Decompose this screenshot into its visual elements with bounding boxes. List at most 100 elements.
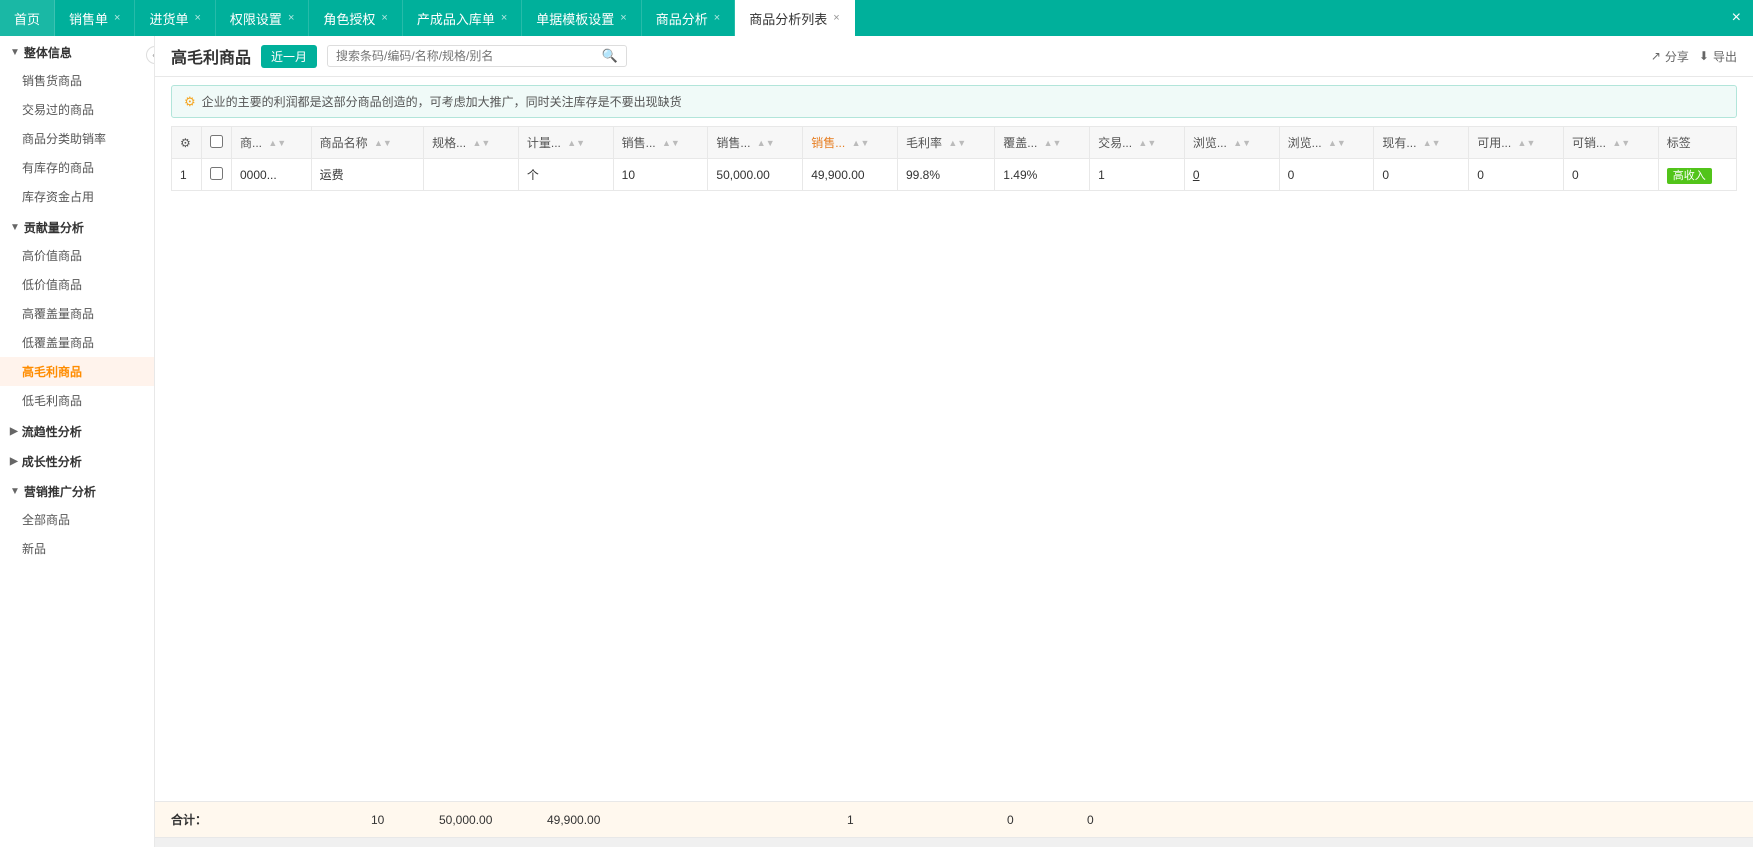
nav-home[interactable]: 首页 (0, 0, 55, 36)
chevron-down-icon: ▼ (10, 486, 20, 497)
sidebar-item-low-value[interactable]: 低价值商品 (0, 270, 154, 299)
col-gross-rate[interactable]: 毛利率 ▲▼ (897, 127, 994, 159)
cell-sales-cost: 49,900.00 (803, 159, 898, 191)
col-available[interactable]: 可用... ▲▼ (1469, 127, 1564, 159)
total-trade: 1 (847, 813, 927, 827)
nav-product-inbound[interactable]: 产成品入库单 × (403, 0, 522, 36)
nav-sales-order[interactable]: 销售单 × (55, 0, 135, 36)
sidebar-group-marketing[interactable]: ▼ 营销推广分析 (0, 475, 154, 505)
col-sales-cost[interactable]: 销售... ▲▼ (803, 127, 898, 159)
close-icon[interactable]: × (620, 12, 626, 24)
col-checkbox[interactable] (202, 127, 232, 159)
sidebar-item-high-margin[interactable]: 高毛利商品 (0, 357, 154, 386)
sidebar-item-traded-goods[interactable]: 交易过的商品 (0, 95, 154, 124)
col-current[interactable]: 现有... ▲▼ (1374, 127, 1469, 159)
col-trade[interactable]: 交易... ▲▼ (1090, 127, 1185, 159)
sidebar-group-growth[interactable]: ▶ 成长性分析 (0, 445, 154, 475)
close-icon[interactable]: × (381, 12, 387, 24)
total-spacer (647, 813, 847, 827)
cell-trade: 1 (1090, 159, 1185, 191)
sidebar-item-category-assist[interactable]: 商品分类助销率 (0, 124, 154, 153)
close-icon[interactable]: × (194, 12, 200, 24)
close-icon[interactable]: × (833, 12, 839, 24)
col-code[interactable]: 商... ▲▼ (232, 127, 312, 159)
row-checkbox[interactable] (210, 167, 223, 180)
sort-icon[interactable]: ▲▼ (1138, 139, 1156, 148)
close-icon[interactable]: × (501, 12, 507, 24)
table-container[interactable]: ⚙ 商... ▲▼ 商品名称 ▲▼ 规格... ▲▼ (155, 126, 1753, 801)
search-box: 🔍 (327, 45, 627, 67)
sort-icon[interactable]: ▲▼ (757, 139, 775, 148)
sidebar-group-flow[interactable]: ▶ 流趋性分析 (0, 415, 154, 445)
cell-current: 0 (1374, 159, 1469, 191)
content-area: 高毛利商品 近一月 🔍 ↗ 分享 ⬇ 导出 ⚙ 企业的主要的利润都是这部分商品创… (155, 36, 1753, 847)
col-name[interactable]: 商品名称 ▲▼ (311, 127, 423, 159)
horizontal-scrollbar[interactable] (155, 837, 1753, 847)
nav-product-analysis-list[interactable]: 商品分析列表 × (735, 0, 854, 36)
nav-role-auth[interactable]: 角色授权 × (309, 0, 402, 36)
sort-icon[interactable]: ▲▼ (472, 139, 490, 148)
content-header: 高毛利商品 近一月 🔍 ↗ 分享 ⬇ 导出 (155, 36, 1753, 77)
col-unit[interactable]: 计量... ▲▼ (518, 127, 613, 159)
sidebar-group-contribution[interactable]: ▼ 贡献量分析 (0, 211, 154, 241)
main-layout: « ▼ 整体信息 销售货商品 交易过的商品 商品分类助销率 有库存的商品 库存资… (0, 36, 1753, 847)
col-browse1[interactable]: 浏览... ▲▼ (1184, 127, 1279, 159)
cell-name: 运费 (311, 159, 423, 191)
sort-icon[interactable]: ▲▼ (1612, 139, 1630, 148)
hint-bar: ⚙ 企业的主要的利润都是这部分商品创造的，可考虑加大推广，同时关注库存是不要出现… (171, 85, 1737, 118)
period-button[interactable]: 近一月 (261, 45, 317, 68)
header-actions: ↗ 分享 ⬇ 导出 (1651, 48, 1737, 65)
sidebar-item-sales-goods[interactable]: 销售货商品 (0, 66, 154, 95)
col-sales-qty[interactable]: 销售... ▲▼ (613, 127, 708, 159)
sort-icon[interactable]: ▲▼ (1518, 139, 1536, 148)
sidebar-item-low-margin[interactable]: 低毛利商品 (0, 386, 154, 415)
sort-icon[interactable]: ▲▼ (1328, 139, 1346, 148)
col-browse2[interactable]: 浏览... ▲▼ (1279, 127, 1374, 159)
total-sales-qty (251, 813, 371, 827)
sidebar-item-stock-capital[interactable]: 库存资金占用 (0, 182, 154, 211)
nav-product-analysis[interactable]: 商品分析 × (642, 0, 735, 36)
total-sellable: 0 (1087, 813, 1167, 827)
sidebar-item-all-goods[interactable]: 全部商品 (0, 505, 154, 534)
sort-icon[interactable]: ▲▼ (1423, 139, 1441, 148)
share-button[interactable]: ↗ 分享 (1651, 48, 1689, 65)
sort-icon[interactable]: ▲▼ (268, 139, 286, 148)
cell-checkbox[interactable] (202, 159, 232, 191)
sidebar-item-in-stock-goods[interactable]: 有库存的商品 (0, 153, 154, 182)
cell-browse1[interactable]: 0 (1184, 159, 1279, 191)
close-icon[interactable]: × (714, 12, 720, 24)
sidebar-item-high-coverage[interactable]: 高覆盖量商品 (0, 299, 154, 328)
chevron-down-icon: ▼ (10, 222, 20, 233)
sort-icon[interactable]: ▲▼ (374, 139, 392, 148)
sort-icon[interactable]: ▲▼ (852, 139, 870, 148)
cell-spec (424, 159, 519, 191)
nav-purchase-order[interactable]: 进货单 × (135, 0, 215, 36)
col-sales-amount[interactable]: 销售... ▲▼ (708, 127, 803, 159)
close-icon[interactable]: × (114, 12, 120, 24)
sidebar-item-low-coverage[interactable]: 低覆盖量商品 (0, 328, 154, 357)
close-icon[interactable]: × (288, 12, 294, 24)
nav-template-settings[interactable]: 单据模板设置 × (522, 0, 641, 36)
sort-icon[interactable]: ▲▼ (1233, 139, 1251, 148)
sidebar-item-new-goods[interactable]: 新品 (0, 534, 154, 563)
col-coverage[interactable]: 覆盖... ▲▼ (995, 127, 1090, 159)
export-button[interactable]: ⬇ 导出 (1699, 48, 1737, 65)
cell-available: 0 (1469, 159, 1564, 191)
select-all-checkbox[interactable] (210, 135, 223, 148)
sort-icon[interactable]: ▲▼ (948, 139, 966, 148)
search-icon[interactable]: 🔍 (602, 48, 618, 64)
close-all-button[interactable]: × (1720, 0, 1753, 36)
sidebar-item-high-value[interactable]: 高价值商品 (0, 241, 154, 270)
sort-icon[interactable]: ▲▼ (662, 139, 680, 148)
col-tag[interactable]: 标签 (1658, 127, 1736, 159)
nav-permission-settings[interactable]: 权限设置 × (216, 0, 309, 36)
col-settings[interactable]: ⚙ (172, 127, 202, 159)
sidebar-group-overall[interactable]: ▼ 整体信息 (0, 36, 154, 66)
total-cells: 10 50,000.00 49,900.00 1 0 0 (251, 813, 1167, 827)
sort-icon[interactable]: ▲▼ (567, 139, 585, 148)
col-sellable[interactable]: 可销... ▲▼ (1563, 127, 1658, 159)
sort-icon[interactable]: ▲▼ (1044, 139, 1062, 148)
page-title: 高毛利商品 (171, 44, 251, 68)
col-spec[interactable]: 规格... ▲▼ (424, 127, 519, 159)
search-input[interactable] (336, 49, 602, 63)
